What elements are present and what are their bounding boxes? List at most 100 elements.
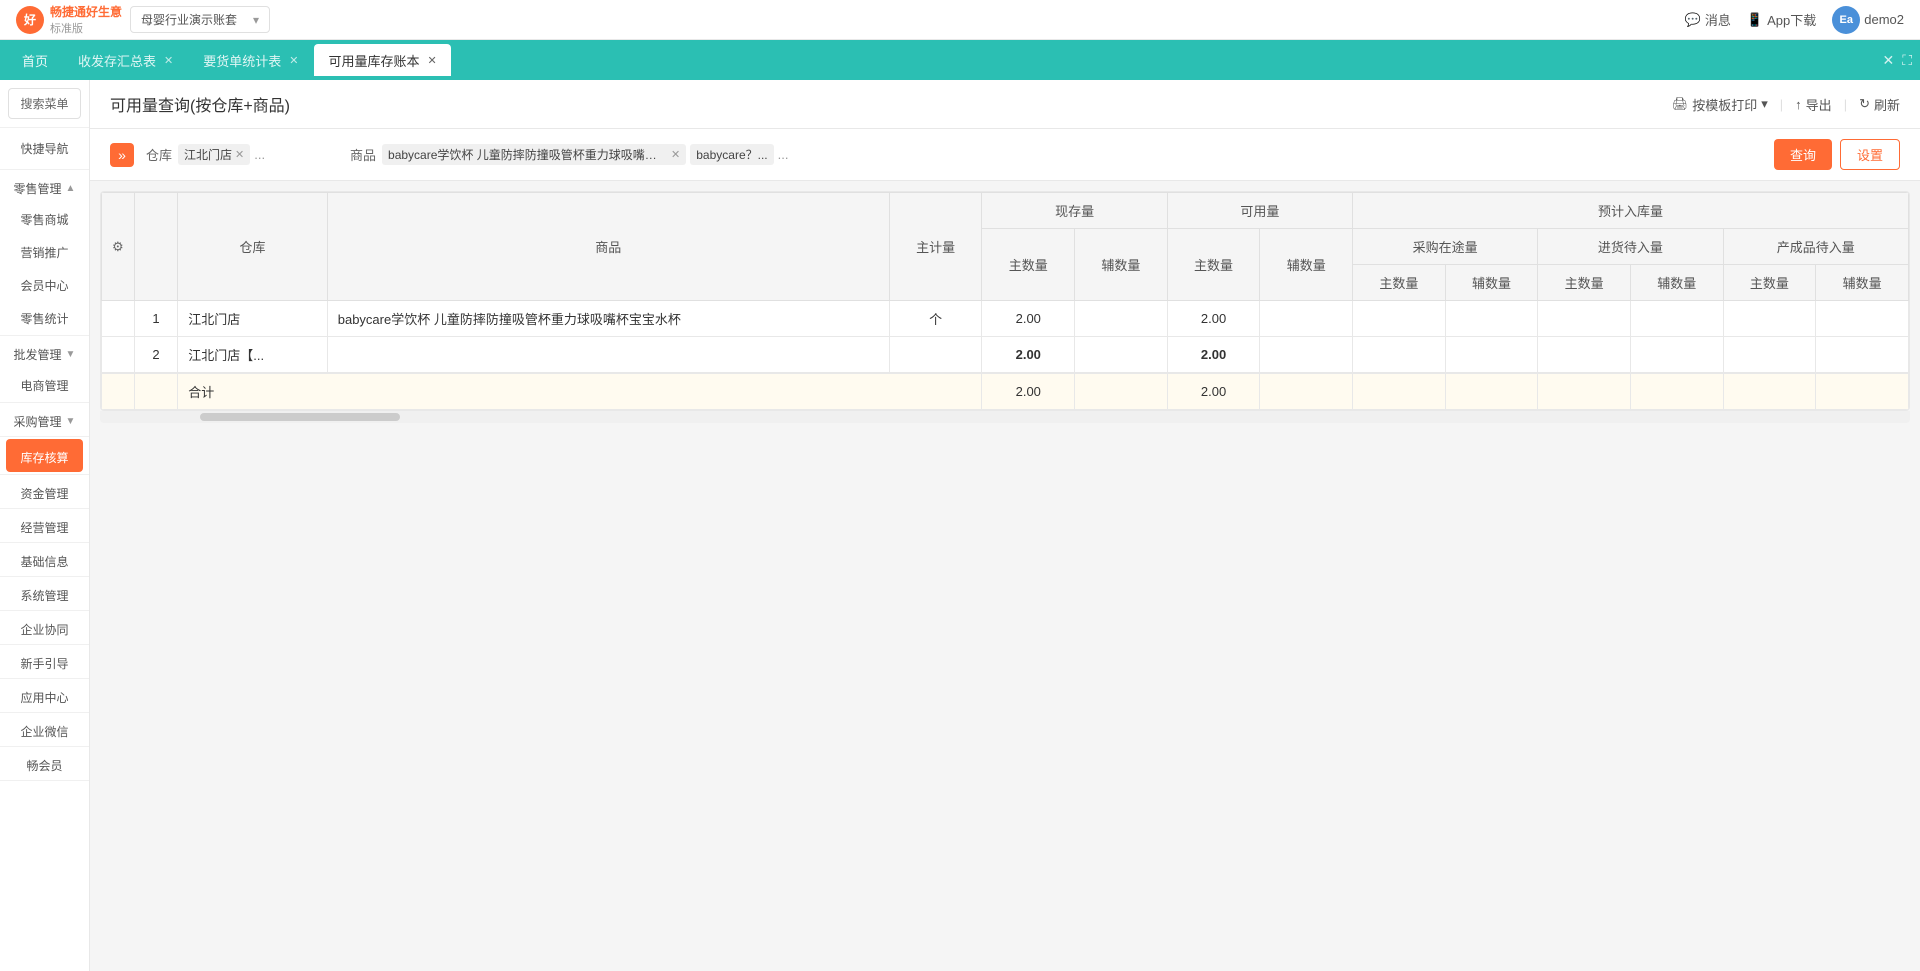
scrollbar-thumb[interactable]: [200, 413, 400, 421]
column-settings-icon[interactable]: ⚙: [112, 239, 124, 254]
sidebar-section-retail-header[interactable]: 零售管理 ▲: [0, 170, 89, 203]
tab-close-receive[interactable]: ✕: [164, 54, 173, 67]
th-available-group: 可用量: [1167, 193, 1352, 229]
product-tag-1-close[interactable]: ✕: [671, 148, 680, 161]
tab-close-order-stats[interactable]: ✕: [289, 54, 298, 67]
cell-incoming-aux-2: [1630, 337, 1723, 374]
warehouse-filter: 仓库 江北门店 ✕ ...: [146, 144, 338, 165]
th-stock-group: 现存量: [982, 193, 1167, 229]
industry-selector[interactable]: 母婴行业演示账套 ▾: [130, 6, 270, 33]
warehouse-tag-container: 江北门店 ✕ ...: [178, 144, 338, 165]
summary-available-aux: [1260, 373, 1353, 410]
summary-purchase-main: [1353, 373, 1446, 410]
product-more[interactable]: ...: [778, 147, 789, 162]
sidebar-section-enterprise-header[interactable]: 企业协同: [0, 611, 89, 644]
tab-order-stats[interactable]: 要货单统计表 ✕: [189, 44, 312, 76]
sidebar-section-appstore: 应用中心: [0, 679, 89, 713]
sidebar-section-finance-header[interactable]: 资金管理: [0, 475, 89, 508]
th-product: 商品: [327, 193, 889, 301]
cell-produced-aux-2: [1816, 337, 1909, 374]
print-button[interactable]: 🖨 按模板打印 ▾: [1672, 95, 1768, 114]
refresh-button[interactable]: ↻ 刷新: [1859, 95, 1900, 114]
close-window-icon[interactable]: ✕: [1882, 52, 1894, 69]
sidebar-section-vip-header[interactable]: 畅会员: [0, 747, 89, 780]
top-bar-right: 💬 消息 📱 App下载 Ea demo2: [1685, 6, 1904, 34]
sidebar-item-retail-stats[interactable]: 零售统计: [0, 302, 89, 335]
th-forecast-group: 预计入库量: [1353, 193, 1909, 229]
cell-stock-aux-2: [1075, 337, 1168, 374]
sidebar-section-purchase-header[interactable]: 采购管理 ▼: [0, 403, 89, 436]
message-button[interactable]: 💬 消息: [1685, 10, 1731, 29]
export-button[interactable]: ↑ 导出: [1795, 95, 1832, 114]
table-scroll[interactable]: ⚙ 仓库 商品 主计量 现存量 可用量 预计入库量 主数量 辅数: [101, 192, 1909, 410]
user-profile[interactable]: Ea demo2: [1832, 6, 1904, 34]
sidebar-item-retail-mall[interactable]: 零售商城: [0, 203, 89, 236]
settings-button[interactable]: 设置: [1840, 139, 1900, 170]
horizontal-scrollbar[interactable]: [100, 411, 1910, 423]
warehouse-more[interactable]: ...: [254, 147, 265, 162]
message-icon: 💬: [1685, 12, 1701, 28]
summary-purchase-aux: [1445, 373, 1538, 410]
chevron-down-icon: ▼: [66, 349, 76, 360]
cell-purchase-aux-1: [1445, 301, 1538, 337]
sidebar-section-appstore-header[interactable]: 应用中心: [0, 679, 89, 712]
export-icon: ↑: [1795, 97, 1802, 112]
sidebar-section-enterprise: 企业协同: [0, 611, 89, 645]
th-available-aux: 辅数量: [1260, 229, 1353, 301]
th-incoming-main: 主数量: [1538, 265, 1631, 301]
sidebar-item-ecommerce[interactable]: 电商管理: [0, 369, 89, 402]
sidebar-section-wholesale-header[interactable]: 批发管理 ▼: [0, 336, 89, 369]
cell-rownum-1: 1: [134, 301, 178, 337]
filter-actions: 查询 设置: [1774, 139, 1900, 170]
cell-rownum-2: 2: [134, 337, 178, 374]
sidebar-item-quick-nav[interactable]: 快捷导航: [0, 132, 89, 165]
cell-available-main-1: 2.00: [1167, 301, 1260, 337]
th-incoming-group: 进货待入量: [1538, 229, 1723, 265]
sidebar-nav: 快捷导航: [0, 128, 89, 170]
sidebar-section-wholesale: 批发管理 ▼ 电商管理: [0, 336, 89, 403]
product-tag-2: babycare？...: [690, 144, 773, 165]
cell-stock-main-1: 2.00: [982, 301, 1075, 337]
sidebar-section-inventory-header[interactable]: 库存核算: [6, 439, 83, 472]
tab-available[interactable]: 可用量库存账本 ✕: [314, 44, 450, 76]
tab-close-available[interactable]: ✕: [428, 54, 437, 67]
warehouse-tag-close[interactable]: ✕: [235, 148, 244, 161]
filter-area: » 仓库 江北门店 ✕ ... 商品 babycare学饮杯 儿童防摔防撞吸管杯…: [90, 129, 1920, 181]
search-menu-button[interactable]: 搜索菜单: [8, 88, 81, 119]
cell-warehouse-1: 江北门店: [178, 301, 328, 337]
product-tag-container: babycare学饮杯 儿童防摔防撞吸管杯重力球吸嘴杯宝宝水杯 ✕ babyca…: [382, 144, 788, 165]
filter-expand-button[interactable]: »: [110, 143, 134, 167]
sidebar-section-operations: 经营管理: [0, 509, 89, 543]
th-unit: 主计量: [889, 193, 982, 301]
query-button[interactable]: 查询: [1774, 139, 1832, 170]
maximize-icon[interactable]: ⛶: [1902, 52, 1912, 69]
cell-warehouse-2: 江北门店【...: [178, 337, 328, 374]
tab-home[interactable]: 首页: [8, 51, 62, 70]
tab-receive[interactable]: 收发存汇总表 ✕: [64, 44, 187, 76]
sidebar-section-wxwork-header[interactable]: 企业微信: [0, 713, 89, 746]
sidebar-item-members[interactable]: 会员中心: [0, 269, 89, 302]
tab-bar-right: ✕ ⛶: [1882, 52, 1912, 69]
th-stock-aux: 辅数量: [1075, 229, 1168, 301]
sidebar-item-marketing[interactable]: 营销推广: [0, 236, 89, 269]
cell-produced-main-2: [1723, 337, 1816, 374]
th-purchase-aux: 辅数量: [1445, 265, 1538, 301]
product-tag-1: babycare学饮杯 儿童防摔防撞吸管杯重力球吸嘴杯宝宝水杯 ✕: [382, 144, 686, 165]
app-icon: 📱: [1747, 12, 1763, 28]
sidebar-section-basic-header[interactable]: 基础信息: [0, 543, 89, 576]
cell-product-1: babycare学饮杯 儿童防摔防撞吸管杯重力球吸嘴杯宝宝水杯: [327, 301, 889, 337]
app-download-button[interactable]: 📱 App下载: [1747, 10, 1816, 29]
cell-stock-main-2: 2.00: [982, 337, 1075, 374]
sidebar-section-newbie-header[interactable]: 新手引导: [0, 645, 89, 678]
sidebar-section-system-header[interactable]: 系统管理: [0, 577, 89, 610]
logo-area: 好 畅捷通好生意 标准版: [16, 3, 122, 36]
sidebar-section-wxwork: 企业微信: [0, 713, 89, 747]
top-bar-left: 好 畅捷通好生意 标准版 母婴行业演示账套 ▾: [16, 3, 270, 36]
th-available-main: 主数量: [1167, 229, 1260, 301]
summary-rownum: [134, 373, 178, 410]
sidebar-section-inventory: 库存核算: [0, 437, 89, 475]
table-row: 2 江北门店【... 2.00 2.00: [102, 337, 1909, 374]
sidebar-section-operations-header[interactable]: 经营管理: [0, 509, 89, 542]
cell-incoming-main-1: [1538, 301, 1631, 337]
chevron-down-icon2: ▼: [66, 416, 76, 427]
